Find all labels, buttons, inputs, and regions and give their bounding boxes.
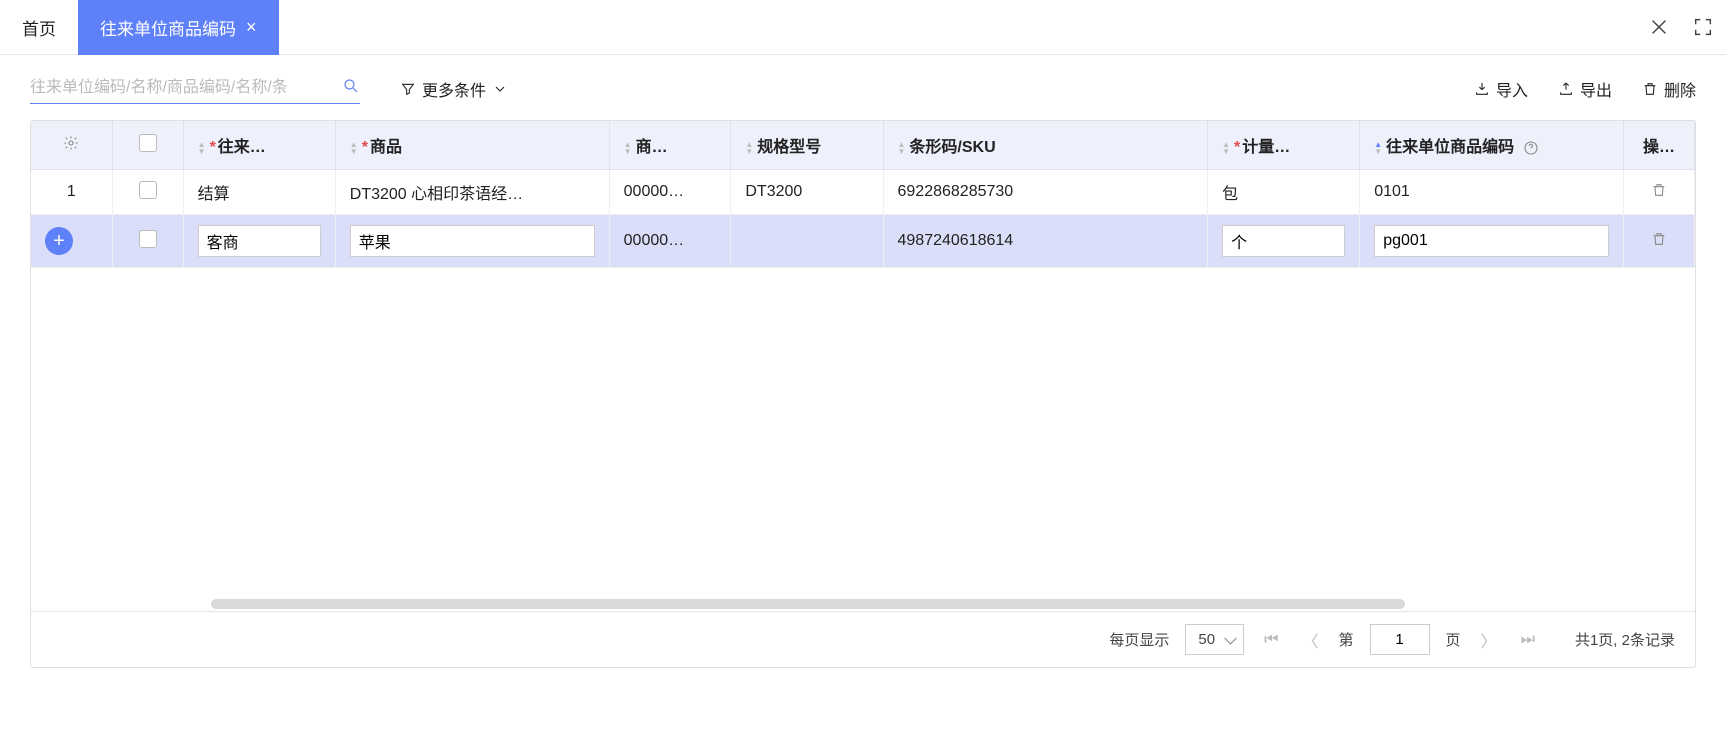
column-partner-sku[interactable]: ▲▼往来单位商品编码 (1360, 121, 1624, 170)
close-tab-icon[interactable]: × (246, 17, 257, 38)
table-header: ▲▼*往来… ▲▼*商品 ▲▼商… ▲▼规格型号 ▲▼条形码/SKU ▲▼*计量… (31, 121, 1695, 170)
export-icon (1558, 81, 1574, 97)
column-unit[interactable]: ▲▼*计量… (1208, 121, 1360, 170)
cell-spec[interactable] (731, 215, 883, 268)
row-delete[interactable] (1623, 215, 1694, 268)
cell-spec[interactable]: DT3200 (731, 170, 883, 215)
row-checkbox[interactable] (139, 181, 157, 199)
cell-product-code[interactable]: 00000… (609, 215, 731, 268)
row-checkbox[interactable] (139, 230, 157, 248)
tab-partner-product-code[interactable]: 往来单位商品编码 × (78, 0, 279, 55)
column-settings[interactable] (31, 121, 112, 170)
export-button[interactable]: 导出 (1558, 77, 1612, 101)
filter-icon (400, 81, 416, 97)
close-panel-button[interactable] (1646, 14, 1672, 40)
table-row[interactable]: + 00000… 4987240618614 (31, 215, 1695, 268)
import-button[interactable]: 导入 (1474, 77, 1528, 101)
trash-icon (1651, 182, 1667, 198)
pagination-bar: 每页显示 50 ⏮ 〈 第 页 〉 ⏭ 共1页, 2条记录 (31, 611, 1695, 667)
cell-partner[interactable]: 结算 (183, 170, 335, 215)
tab-home[interactable]: 首页 (0, 0, 78, 55)
trash-icon (1651, 231, 1667, 247)
import-icon (1474, 81, 1490, 97)
column-product[interactable]: ▲▼*商品 (335, 121, 609, 170)
product-input[interactable] (350, 225, 595, 257)
search-field[interactable] (30, 73, 360, 104)
table-row[interactable]: 1 结算 DT3200 心相印茶语经… 00000… DT3200 692286… (31, 170, 1695, 215)
column-actions: 操… (1623, 121, 1694, 170)
cell-product[interactable]: DT3200 心相印茶语经… (335, 170, 609, 215)
row-index: 1 (31, 170, 112, 215)
export-label: 导出 (1580, 77, 1612, 101)
unit-input[interactable] (1222, 225, 1345, 257)
partner-sku-input[interactable] (1374, 225, 1609, 257)
close-icon (1648, 16, 1670, 38)
chevron-down-icon (492, 81, 508, 97)
cell-partner-sku (1360, 215, 1624, 268)
trash-icon (1642, 81, 1658, 97)
column-product-code[interactable]: ▲▼商… (609, 121, 731, 170)
column-spec[interactable]: ▲▼规格型号 (731, 121, 883, 170)
cell-product (335, 215, 609, 268)
add-row-button[interactable]: + (45, 227, 73, 255)
cell-barcode[interactable]: 4987240618614 (883, 215, 1208, 268)
column-barcode[interactable]: ▲▼条形码/SKU (883, 121, 1208, 170)
page-summary: 共1页, 2条记录 (1575, 629, 1675, 650)
next-page-button[interactable]: 〉 (1477, 628, 1501, 652)
partner-input[interactable] (198, 225, 321, 257)
page-size-select[interactable]: 50 (1185, 624, 1244, 655)
data-table: ▲▼*往来… ▲▼*商品 ▲▼商… ▲▼规格型号 ▲▼条形码/SKU ▲▼*计量… (30, 120, 1696, 668)
delete-button[interactable]: 删除 (1642, 77, 1696, 101)
tab-home-label: 首页 (22, 15, 56, 40)
last-page-button[interactable]: ⏭ (1517, 631, 1539, 649)
column-select-all[interactable] (112, 121, 183, 170)
search-icon[interactable] (342, 77, 360, 100)
more-conditions-label: 更多条件 (422, 77, 486, 101)
per-page-label: 每页显示 (1109, 629, 1169, 650)
cell-barcode[interactable]: 6922868285730 (883, 170, 1208, 215)
more-conditions-button[interactable]: 更多条件 (400, 77, 508, 101)
delete-label: 删除 (1664, 77, 1696, 101)
fullscreen-button[interactable] (1690, 14, 1716, 40)
cell-product-code[interactable]: 00000… (609, 170, 731, 215)
help-icon[interactable] (1523, 140, 1539, 156)
column-partner[interactable]: ▲▼*往来… (183, 121, 335, 170)
tab-active-label: 往来单位商品编码 (100, 15, 236, 40)
scrollbar-thumb[interactable] (211, 599, 1405, 609)
page-word-right: 页 (1446, 629, 1461, 650)
toolbar: 更多条件 导入 导出 删除 (0, 55, 1726, 120)
cell-partner (183, 215, 335, 268)
cell-partner-sku[interactable]: 0101 (1360, 170, 1624, 215)
import-label: 导入 (1496, 77, 1528, 101)
fullscreen-icon (1692, 16, 1714, 38)
page-word-left: 第 (1339, 629, 1354, 650)
search-input[interactable] (30, 73, 330, 103)
select-all-checkbox[interactable] (139, 134, 157, 152)
horizontal-scrollbar[interactable] (31, 597, 1695, 611)
page-number-input[interactable] (1370, 624, 1430, 655)
cell-unit (1208, 215, 1360, 268)
gear-icon (63, 135, 79, 151)
row-delete[interactable] (1623, 170, 1694, 215)
tab-bar: 首页 往来单位商品编码 × (0, 0, 1726, 55)
first-page-button[interactable]: ⏮ (1260, 631, 1282, 649)
cell-unit[interactable]: 包 (1208, 170, 1360, 215)
prev-page-button[interactable]: 〈 (1299, 628, 1323, 652)
